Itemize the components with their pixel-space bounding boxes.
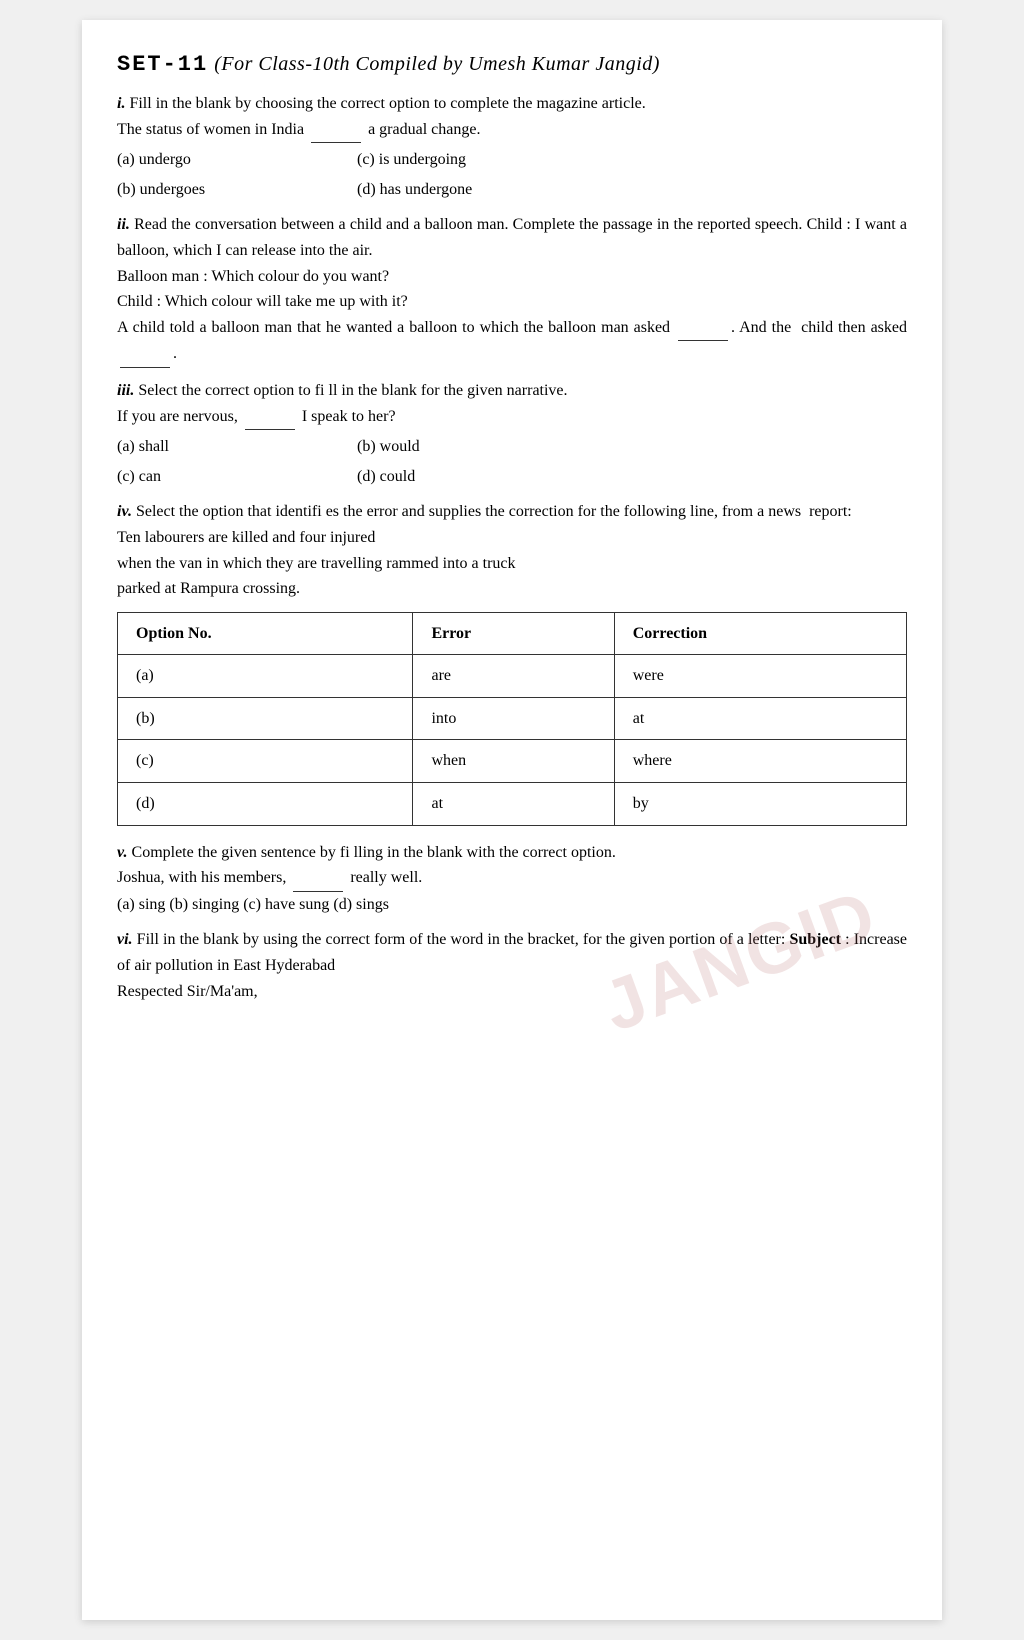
q2-balloon: Balloon man : Which colour do you want? <box>117 268 389 285</box>
question-iii: iii. Select the correct option to fi ll … <box>117 378 907 489</box>
col-header-option: Option No. <box>118 612 413 655</box>
q6-num: vi. <box>117 931 133 948</box>
q3-option-a: (a) shall <box>117 434 317 460</box>
question-ii: ii. Read the conversation between a chil… <box>117 212 907 368</box>
table-row: (c) when where <box>118 740 907 783</box>
question-i: i. Fill in the blank by choosing the cor… <box>117 91 907 202</box>
q6-subject-label: Subject <box>789 931 841 948</box>
q6-closing: Respected Sir/Ma'am, <box>117 983 258 1000</box>
table-row: (b) into at <box>118 697 907 740</box>
row-c-correction: where <box>614 740 906 783</box>
q5-blank <box>293 865 343 892</box>
q3-options-row1: (a) shall (b) would <box>117 434 907 460</box>
table-row: (d) at by <box>118 783 907 826</box>
row-d-option: (d) <box>118 783 413 826</box>
q1-options: (a) undergo (c) is undergoing <box>117 147 907 173</box>
q4-text: Select the option that identifi es the e… <box>136 503 852 520</box>
row-a-error: are <box>413 655 614 698</box>
q2-blank1 <box>678 315 728 342</box>
row-b-error: into <box>413 697 614 740</box>
q3-sentence: If you are nervous, I speak to her? <box>117 408 396 425</box>
q1-sentence: The status of women in India a gradual c… <box>117 121 480 138</box>
q3-blank <box>245 404 295 431</box>
q6-text: Fill in the blank by using the correct f… <box>117 931 907 974</box>
q2-text: Read the conversation between a child an… <box>117 216 907 259</box>
row-a-correction: were <box>614 655 906 698</box>
row-c-option: (c) <box>118 740 413 783</box>
q5-options: (a) sing (b) singing (c) have sung (d) s… <box>117 896 389 913</box>
q4-num: iv. <box>117 503 132 520</box>
row-d-correction: by <box>614 783 906 826</box>
q1-option-b: (b) undergoes <box>117 177 317 203</box>
question-v: v. Complete the given sentence by fi lli… <box>117 840 907 918</box>
q3-option-d: (d) could <box>357 464 557 490</box>
q1-text: Fill in the blank by choosing the correc… <box>129 95 645 112</box>
q5-sentence: Joshua, with his members, really well. <box>117 869 422 886</box>
q4-line2: when the van in which they are travellin… <box>117 555 516 572</box>
col-header-correction: Correction <box>614 612 906 655</box>
q1-option-d: (d) has undergone <box>357 177 557 203</box>
q5-text: Complete the given sentence by fi lling … <box>132 844 616 861</box>
row-d-error: at <box>413 783 614 826</box>
row-c-error: when <box>413 740 614 783</box>
q2-num: ii. <box>117 216 130 233</box>
q4-line1: Ten labourers are killed and four injure… <box>117 529 375 546</box>
table-row: (a) are were <box>118 655 907 698</box>
q1-blank <box>311 117 361 144</box>
set-label: SET-11 <box>117 52 208 77</box>
col-header-error: Error <box>413 612 614 655</box>
row-a-option: (a) <box>118 655 413 698</box>
q3-num: iii. <box>117 382 134 399</box>
q3-option-b: (b) would <box>357 434 557 460</box>
q1-option-c: (c) is undergoing <box>357 147 557 173</box>
q1-options-row2: (b) undergoes (d) has undergone <box>117 177 907 203</box>
q2-child: Child : Which colour will take me up wit… <box>117 293 408 310</box>
q4-line3: parked at Rampura crossing. <box>117 580 300 597</box>
question-vi: vi. Fill in the blank by using the corre… <box>117 927 907 1004</box>
row-b-correction: at <box>614 697 906 740</box>
q3-text: Select the correct option to fi ll in th… <box>138 382 567 399</box>
page-subtitle-text: (For Class-10th Compiled by Umesh Kumar … <box>214 53 660 75</box>
q5-num: v. <box>117 844 128 861</box>
q3-option-c: (c) can <box>117 464 317 490</box>
q1-option-a: (a) undergo <box>117 147 317 173</box>
page: JANGID SET-11 (For Class-10th Compiled b… <box>82 20 942 1620</box>
question-iv: iv. Select the option that identifi es t… <box>117 499 907 825</box>
q3-options-row2: (c) can (d) could <box>117 464 907 490</box>
row-b-option: (b) <box>118 697 413 740</box>
q2-para: A child told a balloon man that he wante… <box>117 319 907 363</box>
q1-num: i. <box>117 95 125 112</box>
q4-table: Option No. Error Correction (a) are were… <box>117 612 907 826</box>
page-title: SET-11 (For Class-10th Compiled by Umesh… <box>117 50 907 77</box>
q2-blank2 <box>120 341 170 368</box>
